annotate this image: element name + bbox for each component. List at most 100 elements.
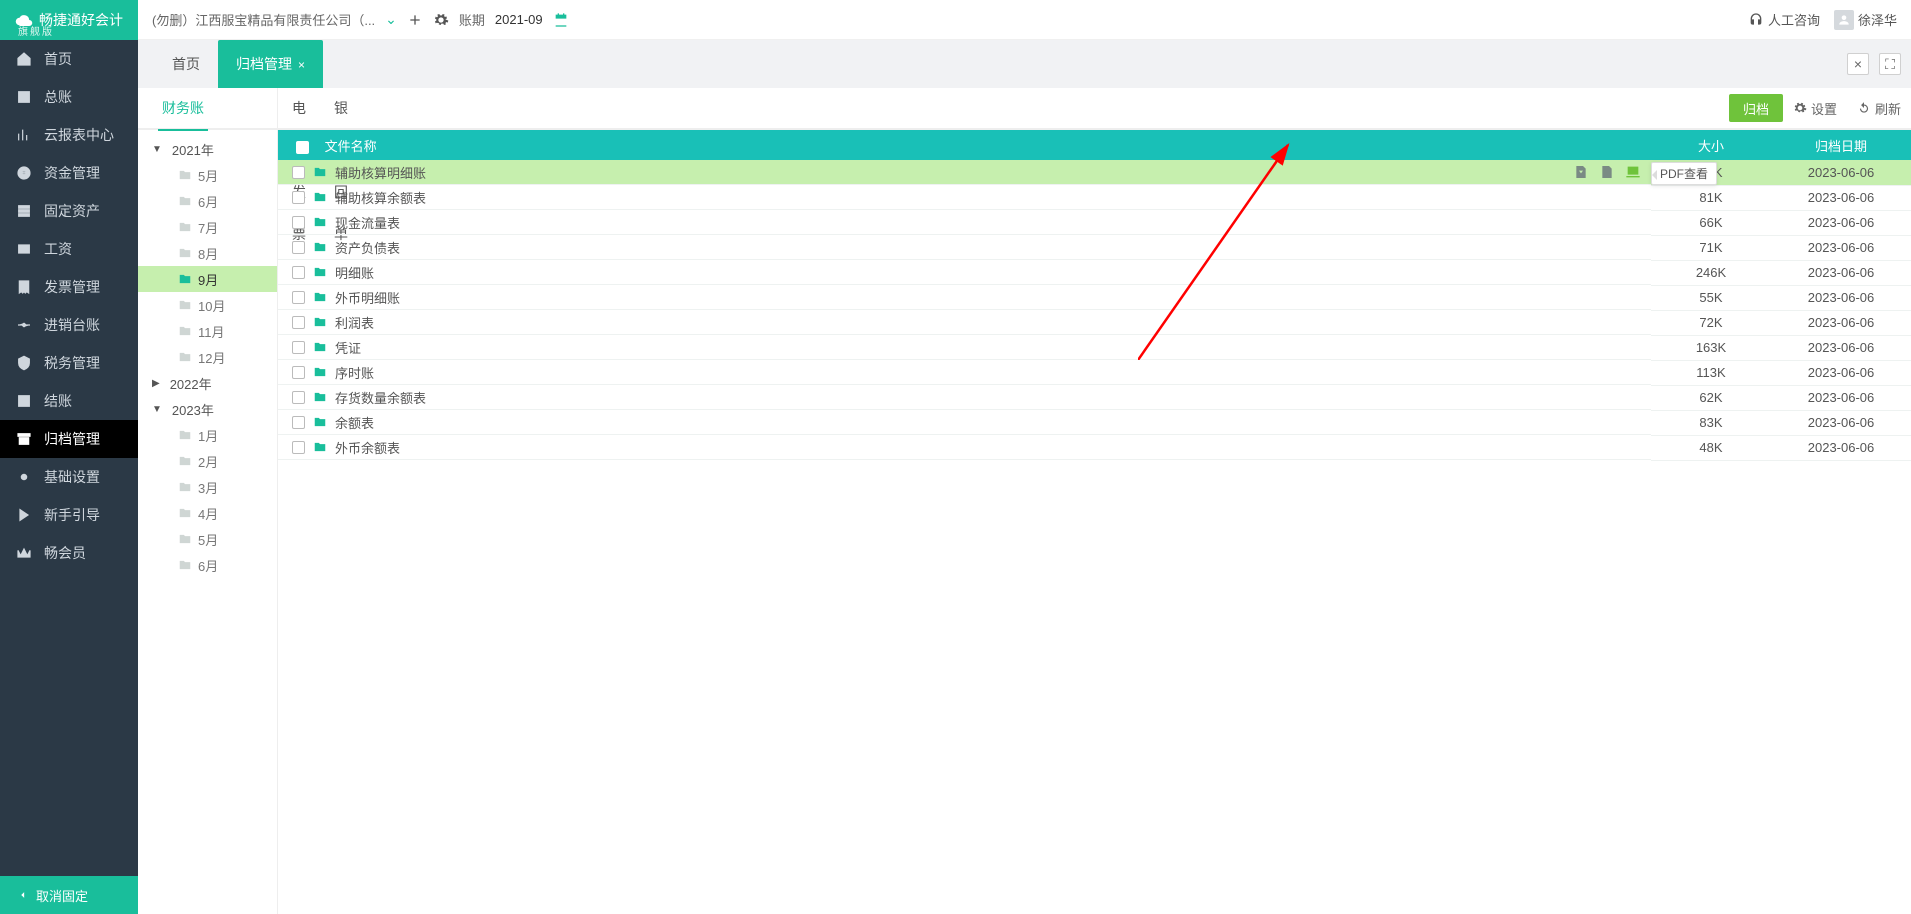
tree-month[interactable]: 6月 xyxy=(138,552,277,578)
tree-month[interactable]: 10月 xyxy=(138,292,277,318)
nav-item-vip[interactable]: 畅会员 xyxy=(0,534,138,572)
tree-year[interactable]: ▼2023年 xyxy=(138,396,277,422)
nav-item-invoice[interactable]: 发票管理 xyxy=(0,268,138,306)
nav-item-inout[interactable]: 进销台账 xyxy=(0,306,138,344)
brand-edition: 旗舰版 xyxy=(18,23,54,38)
nav-item-guide[interactable]: 新手引导 xyxy=(0,496,138,534)
tree-month[interactable]: 7月 xyxy=(138,214,277,240)
table-row[interactable]: 利润表 72K 2023-06-06 xyxy=(278,310,1911,335)
nav-item-asset[interactable]: 固定资产 xyxy=(0,192,138,230)
table-row[interactable]: 资产负债表 71K 2023-06-06 xyxy=(278,235,1911,260)
nav-item-money[interactable]: 资金管理 xyxy=(0,154,138,192)
brand-logo[interactable]: 畅捷通好会计 旗舰版 xyxy=(0,0,138,40)
row-checkbox[interactable] xyxy=(292,391,305,404)
table-row[interactable]: 存货数量余额表 62K 2023-06-06 xyxy=(278,385,1911,410)
nav-item-ledger[interactable]: 总账 xyxy=(0,78,138,116)
consult-label: 人工咨询 xyxy=(1768,10,1820,29)
nav-label: 新手引导 xyxy=(44,505,100,525)
nav-item-home[interactable]: 首页 xyxy=(0,40,138,78)
row-checkbox[interactable] xyxy=(292,441,305,454)
page-tab-1[interactable]: 归档管理× xyxy=(218,40,323,88)
nav-item-setting[interactable]: 基础设置 xyxy=(0,458,138,496)
folder-icon xyxy=(178,532,192,546)
nav-item-close[interactable]: 结账 xyxy=(0,382,138,420)
consult-link[interactable]: 人工咨询 xyxy=(1748,10,1820,29)
refresh-button[interactable]: 刷新 xyxy=(1847,99,1911,118)
tree-month[interactable]: 6月 xyxy=(138,188,277,214)
sidebar: 畅捷通好会计 旗舰版 首页总账云报表中心资金管理固定资产工资发票管理进销台账税务… xyxy=(0,0,138,914)
pdf-download-icon[interactable] xyxy=(1599,164,1615,180)
sub-tab-finance[interactable]: 财务账 xyxy=(148,87,218,129)
nav-label: 总账 xyxy=(44,87,72,107)
sub-tab-bank[interactable]: 银行回单 xyxy=(320,87,362,129)
tree-month[interactable]: 12月 xyxy=(138,344,277,370)
row-checkbox[interactable] xyxy=(292,416,305,429)
table-row[interactable]: 余额表 83K 2023-06-06 xyxy=(278,410,1911,435)
nav-item-wage[interactable]: 工资 xyxy=(0,230,138,268)
row-checkbox[interactable] xyxy=(292,341,305,354)
tree-month[interactable]: 4月 xyxy=(138,500,277,526)
table-row[interactable]: 现金流量表 66K 2023-06-06 xyxy=(278,210,1911,235)
row-checkbox[interactable] xyxy=(292,166,305,179)
file-size: 72K xyxy=(1651,310,1771,335)
close-tab-button[interactable]: × xyxy=(1847,53,1869,75)
row-checkbox[interactable] xyxy=(292,266,305,279)
table-row[interactable]: 外币余额表 48K 2023-06-06 xyxy=(278,435,1911,460)
plus-icon[interactable] xyxy=(407,12,423,28)
nav-item-tax[interactable]: 税务管理 xyxy=(0,344,138,382)
file-size: 71K xyxy=(1651,235,1771,260)
tree-month[interactable]: 1月 xyxy=(138,422,277,448)
nav-item-archive[interactable]: 归档管理 xyxy=(0,420,138,458)
row-checkbox[interactable] xyxy=(292,241,305,254)
select-all-checkbox[interactable] xyxy=(296,141,309,154)
table-row[interactable]: 序时账 113K 2023-06-06 xyxy=(278,360,1911,385)
row-checkbox[interactable] xyxy=(292,291,305,304)
tree-year[interactable]: ▶2022年 xyxy=(138,370,277,396)
row-checkbox[interactable] xyxy=(292,191,305,204)
folder-icon xyxy=(313,165,327,179)
tree-month-label: 5月 xyxy=(198,166,218,185)
company-selector[interactable]: (勿删）江西服宝精品有限责任公司（... xyxy=(152,10,375,29)
fullscreen-button[interactable]: ⛶ xyxy=(1879,53,1901,75)
user-menu[interactable]: 徐泽华 xyxy=(1834,10,1897,30)
settings-button[interactable]: 设置 xyxy=(1783,99,1847,118)
row-checkbox[interactable] xyxy=(292,316,305,329)
close-icon xyxy=(16,393,32,409)
table-row[interactable]: 辅助核算明细账 PDF查看 16K 2023-06-06 xyxy=(278,160,1911,185)
table-row[interactable]: 辅助核算余额表 81K 2023-06-06 xyxy=(278,185,1911,210)
calendar-icon[interactable] xyxy=(553,12,569,28)
nav: 首页总账云报表中心资金管理固定资产工资发票管理进销台账税务管理结账归档管理基础设… xyxy=(0,40,138,876)
table-row[interactable]: 明细账 246K 2023-06-06 xyxy=(278,260,1911,285)
unpin-button[interactable]: 取消固定 xyxy=(0,876,138,914)
tree-month[interactable]: 5月 xyxy=(138,162,277,188)
folder-icon xyxy=(178,272,192,286)
tree-month[interactable]: 8月 xyxy=(138,240,277,266)
nav-item-chart[interactable]: 云报表中心 xyxy=(0,116,138,154)
tree-month[interactable]: 11月 xyxy=(138,318,277,344)
pdf-view-icon[interactable] xyxy=(1625,164,1641,180)
excel-download-icon[interactable] xyxy=(1573,164,1589,180)
file-date: 2023-06-06 xyxy=(1771,185,1911,210)
archive-button[interactable]: 归档 xyxy=(1729,94,1783,122)
close-icon[interactable]: × xyxy=(298,58,305,72)
page-tab-0[interactable]: 首页 xyxy=(154,40,218,88)
period-value[interactable]: 2021-09 xyxy=(495,12,543,27)
folder-icon xyxy=(313,265,327,279)
file-date: 2023-06-06 xyxy=(1771,210,1911,235)
gear-icon[interactable] xyxy=(433,12,449,28)
tree-year[interactable]: ▼2021年 xyxy=(138,136,277,162)
username-label: 徐泽华 xyxy=(1858,10,1897,29)
table-row[interactable]: 外币明细账 55K 2023-06-06 xyxy=(278,285,1911,310)
row-checkbox[interactable] xyxy=(292,216,305,229)
sub-tab-einvoice[interactable]: 电子发票 xyxy=(278,87,320,129)
guide-icon xyxy=(16,507,32,523)
folder-icon xyxy=(313,240,327,254)
tree-month[interactable]: 2月 xyxy=(138,448,277,474)
tree-month[interactable]: 3月 xyxy=(138,474,277,500)
row-checkbox[interactable] xyxy=(292,366,305,379)
table-row[interactable]: 凭证 163K 2023-06-06 xyxy=(278,335,1911,360)
tree-month[interactable]: 9月 xyxy=(138,266,277,292)
folder-icon xyxy=(313,315,327,329)
chevron-down-icon[interactable]: ⌄ xyxy=(385,11,397,28)
tree-month[interactable]: 5月 xyxy=(138,526,277,552)
